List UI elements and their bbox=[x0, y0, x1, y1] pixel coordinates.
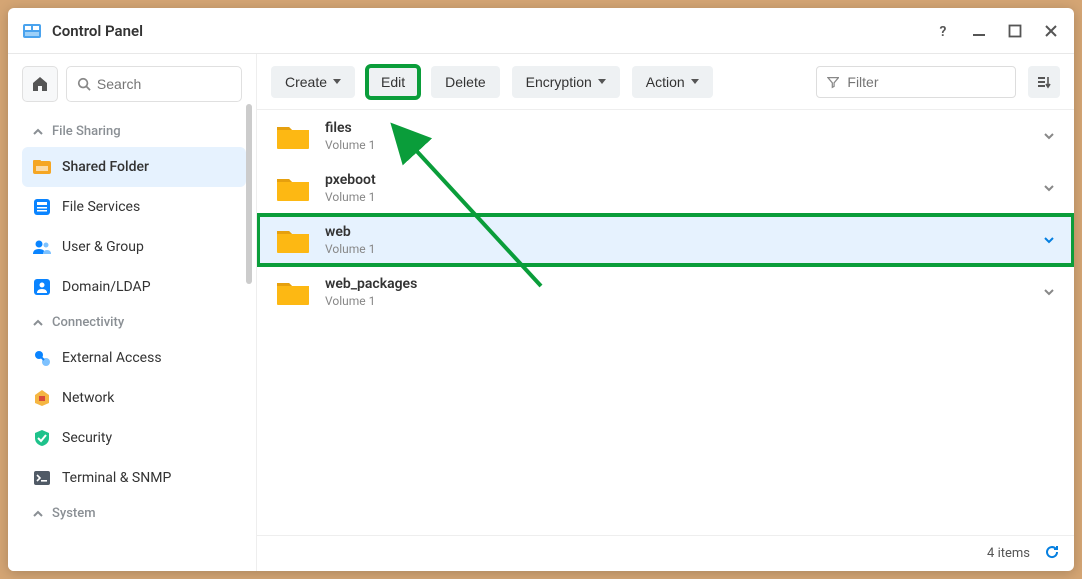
svg-text:?: ? bbox=[940, 24, 947, 39]
toolbar: Create Edit Delete Encryption Action bbox=[257, 54, 1074, 110]
folder-sub: Volume 1 bbox=[325, 190, 1028, 204]
security-icon bbox=[32, 428, 52, 448]
domain-ldap-icon bbox=[32, 277, 52, 297]
search-input[interactable] bbox=[97, 76, 231, 92]
footer: 4 items bbox=[257, 535, 1074, 571]
sort-button[interactable] bbox=[1028, 66, 1060, 98]
file-services-icon bbox=[32, 197, 52, 217]
folder-list: files Volume 1 pxeboot Volume 1 bbox=[257, 110, 1074, 535]
section-system[interactable]: System bbox=[22, 498, 256, 529]
sidebar-item-user-group[interactable]: User & Group bbox=[22, 227, 246, 267]
sidebar-item-label: User & Group bbox=[62, 239, 144, 255]
maximize-icon[interactable] bbox=[1006, 22, 1024, 40]
folder-icon bbox=[275, 277, 311, 307]
sidebar-item-security[interactable]: Security bbox=[22, 418, 246, 458]
chevron-up-icon bbox=[32, 508, 44, 520]
folder-icon bbox=[275, 225, 311, 255]
chevron-down-icon[interactable] bbox=[1042, 233, 1056, 247]
folder-row-pxeboot[interactable]: pxeboot Volume 1 bbox=[257, 162, 1074, 214]
folder-sub: Volume 1 bbox=[325, 138, 1028, 152]
close-icon[interactable] bbox=[1042, 22, 1060, 40]
folder-icon bbox=[275, 173, 311, 203]
folder-name: web bbox=[325, 224, 1028, 240]
window-title: Control Panel bbox=[52, 22, 934, 40]
folder-row-files[interactable]: files Volume 1 bbox=[257, 110, 1074, 162]
sidebar-item-label: External Access bbox=[62, 350, 162, 366]
search-box[interactable] bbox=[66, 66, 242, 102]
sidebar-item-label: Security bbox=[62, 430, 112, 446]
section-label: System bbox=[52, 506, 96, 521]
refresh-button[interactable] bbox=[1044, 544, 1060, 564]
folder-name: pxeboot bbox=[325, 172, 1028, 188]
folder-sub: Volume 1 bbox=[325, 294, 1028, 308]
sidebar-item-label: Network bbox=[62, 390, 114, 406]
chevron-up-icon bbox=[32, 126, 44, 138]
control-panel-window: Control Panel ? File Sharing bbox=[8, 8, 1074, 571]
delete-button[interactable]: Delete bbox=[431, 66, 499, 98]
section-file-sharing[interactable]: File Sharing bbox=[22, 116, 256, 147]
sidebar-item-network[interactable]: Network bbox=[22, 378, 246, 418]
create-button[interactable]: Create bbox=[271, 66, 355, 98]
refresh-icon bbox=[1044, 544, 1060, 560]
section-label: File Sharing bbox=[52, 124, 121, 139]
sidebar-item-label: Terminal & SNMP bbox=[62, 470, 171, 486]
caret-down-icon bbox=[691, 79, 699, 85]
user-group-icon bbox=[32, 237, 52, 257]
home-icon bbox=[31, 75, 49, 93]
sidebar-item-domain-ldap[interactable]: Domain/LDAP bbox=[22, 267, 246, 307]
network-icon bbox=[32, 388, 52, 408]
action-button[interactable]: Action bbox=[632, 66, 713, 98]
sidebar-item-file-services[interactable]: File Services bbox=[22, 187, 246, 227]
sidebar-item-label: Shared Folder bbox=[62, 159, 149, 175]
titlebar: Control Panel ? bbox=[8, 8, 1074, 54]
caret-down-icon bbox=[333, 79, 341, 85]
folder-icon bbox=[32, 157, 52, 177]
chevron-up-icon bbox=[32, 317, 44, 329]
sidebar: File Sharing Shared Folder File Services… bbox=[8, 54, 256, 571]
filter-box[interactable] bbox=[816, 66, 1016, 98]
sort-icon bbox=[1036, 74, 1052, 90]
sidebar-item-label: Domain/LDAP bbox=[62, 279, 151, 295]
encryption-button[interactable]: Encryption bbox=[512, 66, 620, 98]
filter-input[interactable] bbox=[847, 74, 1005, 90]
item-count: 4 items bbox=[987, 546, 1030, 561]
folder-row-web-packages[interactable]: web_packages Volume 1 bbox=[257, 266, 1074, 318]
section-label: Connectivity bbox=[52, 315, 124, 330]
section-connectivity[interactable]: Connectivity bbox=[22, 307, 256, 338]
sidebar-item-terminal-snmp[interactable]: Terminal & SNMP bbox=[22, 458, 246, 498]
search-icon bbox=[77, 76, 91, 92]
sidebar-item-shared-folder[interactable]: Shared Folder bbox=[22, 147, 246, 187]
minimize-icon[interactable] bbox=[970, 22, 988, 40]
app-icon bbox=[22, 21, 42, 41]
folder-name: web_packages bbox=[325, 276, 1028, 292]
filter-icon bbox=[827, 75, 839, 89]
caret-down-icon bbox=[598, 79, 606, 85]
edit-button[interactable]: Edit bbox=[367, 66, 419, 98]
folder-sub: Volume 1 bbox=[325, 242, 1028, 256]
main-panel: Create Edit Delete Encryption Action bbox=[256, 54, 1074, 571]
sidebar-item-label: File Services bbox=[62, 199, 140, 215]
chevron-down-icon[interactable] bbox=[1042, 285, 1056, 299]
folder-icon bbox=[275, 121, 311, 151]
chevron-down-icon[interactable] bbox=[1042, 129, 1056, 143]
folder-name: files bbox=[325, 120, 1028, 136]
external-access-icon bbox=[32, 348, 52, 368]
folder-row-web[interactable]: web Volume 1 bbox=[257, 214, 1074, 266]
help-icon[interactable]: ? bbox=[934, 22, 952, 40]
home-button[interactable] bbox=[22, 66, 58, 102]
sidebar-item-external-access[interactable]: External Access bbox=[22, 338, 246, 378]
chevron-down-icon[interactable] bbox=[1042, 181, 1056, 195]
terminal-icon bbox=[32, 468, 52, 488]
scrollbar[interactable] bbox=[246, 104, 252, 284]
